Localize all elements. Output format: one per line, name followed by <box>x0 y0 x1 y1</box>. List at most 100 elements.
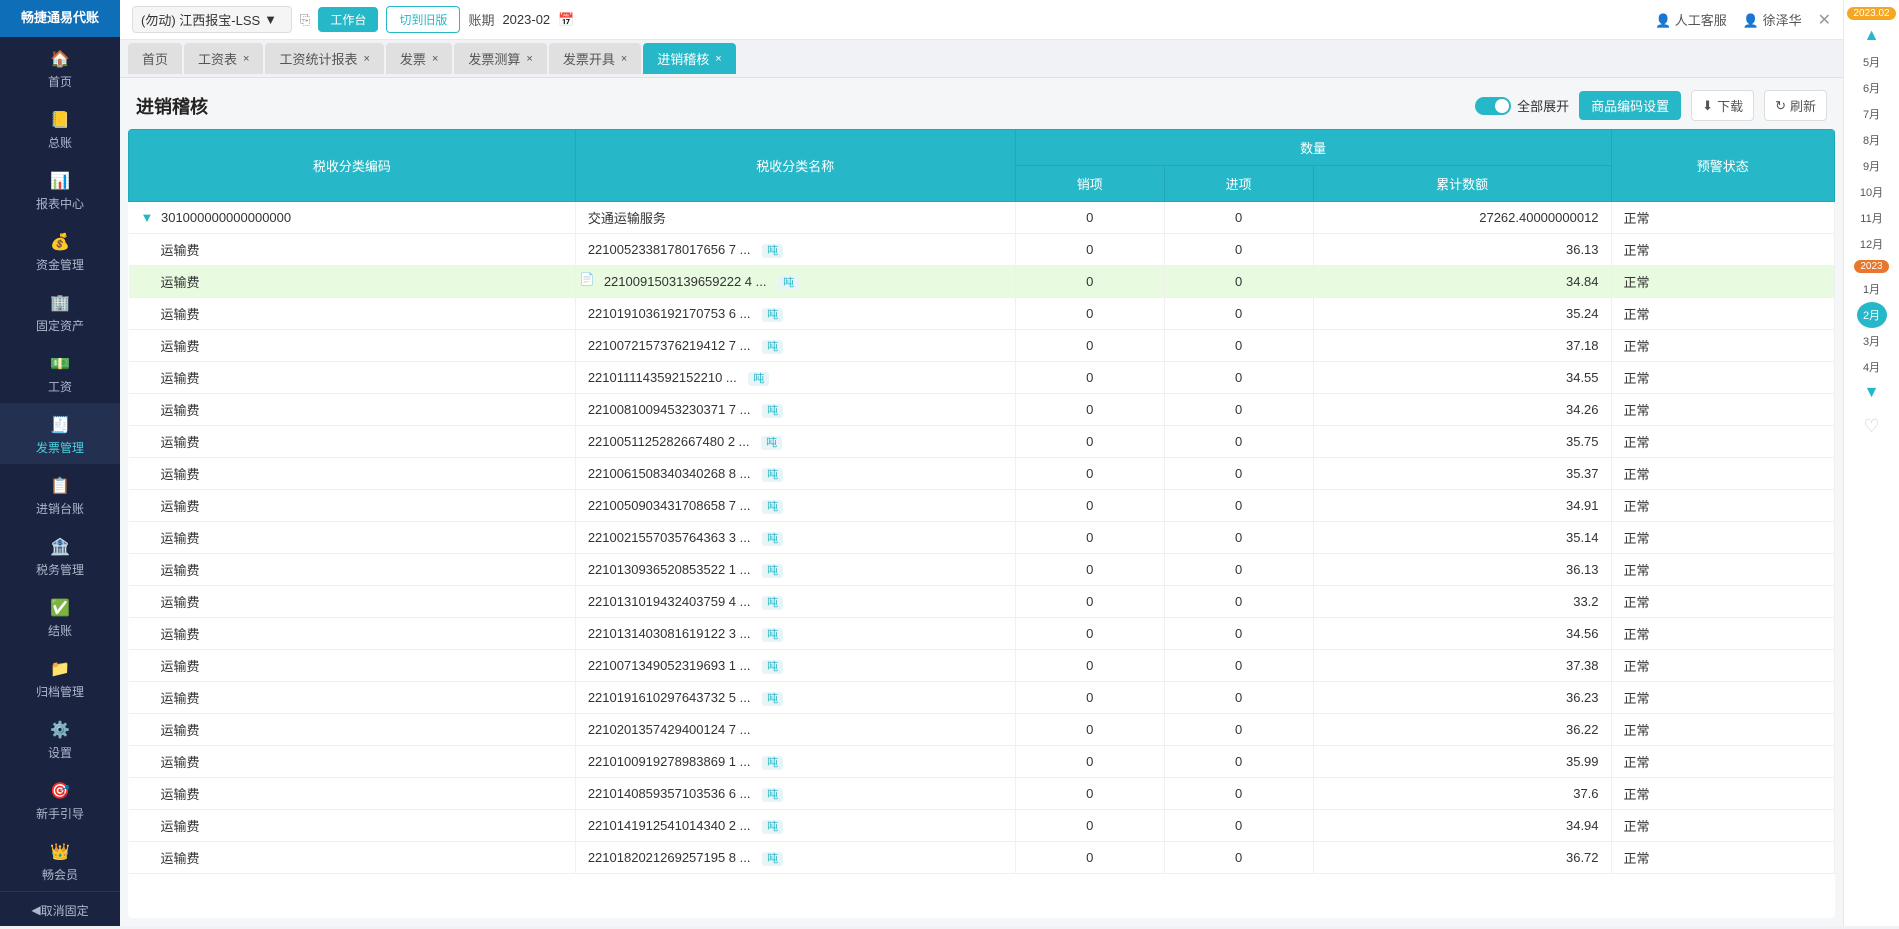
table-row[interactable]: 运输费 2210182021269257195 8 ... 吨 0 0 36.7… <box>129 842 1835 874</box>
tab-invoice-calc[interactable]: 发票测算 × <box>454 43 546 74</box>
sidebar-item-close[interactable]: ✅ 结账 <box>0 586 120 647</box>
cal-month-3[interactable]: 3月 <box>1844 328 1899 354</box>
sidebar-item-purchase[interactable]: 📋 进销台账 <box>0 464 120 525</box>
sidebar-item-settings[interactable]: ⚙️ 设置 <box>0 708 120 769</box>
table-row[interactable]: 运输费 2210111143592152210 ... 吨 0 0 34.55 … <box>129 362 1835 394</box>
user-avatar[interactable]: 👤 徐泽华 <box>1743 10 1802 29</box>
commodity-code-button[interactable]: 商品编码设置 <box>1579 91 1681 120</box>
cell-total: 34.56 <box>1313 618 1611 650</box>
cal-month-1[interactable]: 1月 <box>1844 276 1899 302</box>
cell-total: 34.94 <box>1313 810 1611 842</box>
cell-code: 2210131019432403759 4 ... 吨 <box>575 586 1015 618</box>
tab-payroll-stats[interactable]: 工资统计报表 × <box>265 43 383 74</box>
sidebar-item-ledger[interactable]: 📒 总账 <box>0 98 120 159</box>
cell-status: 正常 <box>1611 554 1834 586</box>
copy-icon[interactable]: ⎘ <box>300 12 310 28</box>
sidebar-item-funds[interactable]: 💰 资金管理 <box>0 220 120 281</box>
tab-invoice[interactable]: 发票 × <box>386 43 452 74</box>
tab-close-payroll-stats[interactable]: × <box>363 53 369 65</box>
sidebar-item-tax[interactable]: 🏦 税务管理 <box>0 525 120 586</box>
cal-month-6[interactable]: 6月 <box>1844 75 1899 101</box>
cell-sale: 0 <box>1015 554 1164 586</box>
col-quantity-group: 数量 <box>1015 130 1611 166</box>
cell-sale: 0 <box>1015 234 1164 266</box>
table-header-row: 税收分类编码 税收分类名称 数量 预警状态 <box>129 130 1835 166</box>
expand-toggle[interactable] <box>1475 97 1511 115</box>
sidebar-item-archive[interactable]: 📁 归档管理 <box>0 647 120 708</box>
sidebar-item-invoice[interactable]: 🧾 发票管理 <box>0 403 120 464</box>
download-button[interactable]: ⬇ 下载 <box>1691 90 1754 121</box>
sidebar-item-reports[interactable]: 📊 报表中心 <box>0 159 120 220</box>
cell-purchase: 0 <box>1164 650 1313 682</box>
table-row[interactable]: 运输费 2210191036192170753 6 ... 吨 0 0 35.2… <box>129 298 1835 330</box>
company-selector[interactable]: (勿动) 江西报宝-LSS ▼ <box>132 6 292 33</box>
table-row[interactable]: 运输费 2210131019432403759 4 ... 吨 0 0 33.2… <box>129 586 1835 618</box>
table-row[interactable]: 运输费 2210021557035764363 3 ... 吨 0 0 35.1… <box>129 522 1835 554</box>
close-icon[interactable]: ✕ <box>1818 10 1831 30</box>
cal-month-8[interactable]: 8月 <box>1844 127 1899 153</box>
cell-purchase: 0 <box>1164 522 1313 554</box>
table-row[interactable]: 运输费 2210061508340340268 8 ... 吨 0 0 35.3… <box>129 458 1835 490</box>
tab-reconciliation[interactable]: 进销稽核 × <box>643 43 735 74</box>
expand-icon[interactable]: ▼ <box>141 210 154 225</box>
cell-sub-name: 运输费 <box>129 618 576 650</box>
workspace-button[interactable]: 工作台 <box>318 7 378 32</box>
cal-month-12[interactable]: 12月 <box>1844 231 1899 257</box>
tab-close-invoice-calc[interactable]: × <box>526 53 532 65</box>
sidebar-item-payroll[interactable]: 💵 工资 <box>0 342 120 403</box>
company-name: (勿动) 江西报宝-LSS <box>141 10 260 29</box>
cal-month-7[interactable]: 7月 <box>1844 101 1899 127</box>
cal-month-10[interactable]: 10月 <box>1844 179 1899 205</box>
sidebar-item-home[interactable]: 🏠 首页 <box>0 37 120 98</box>
cal-month-2[interactable]: 2月 <box>1857 302 1887 328</box>
calendar-icon[interactable]: 📅 <box>558 12 574 28</box>
table-row[interactable]: 运输费 2210130936520853522 1 ... 吨 0 0 36.1… <box>129 554 1835 586</box>
col-purchase: 进项 <box>1164 166 1313 202</box>
tab-close-invoice[interactable]: × <box>432 53 438 65</box>
sidebar-pin[interactable]: ◀ 取消固定 <box>0 891 120 929</box>
cal-nav-up[interactable]: ▲ <box>1860 23 1884 49</box>
tab-invoice-issue[interactable]: 发票开具 × <box>549 43 641 74</box>
cell-total: 35.24 <box>1313 298 1611 330</box>
table-row[interactable]: 运输费 2210052338178017656 7 ... 吨 0 0 36.1… <box>129 234 1835 266</box>
cell-sale: 0 <box>1015 618 1164 650</box>
sidebar-item-member[interactable]: 👑 畅会员 <box>0 830 120 891</box>
cal-month-9[interactable]: 9月 <box>1844 153 1899 179</box>
support-label[interactable]: 👤 人工客服 <box>1655 10 1727 29</box>
cal-month-11[interactable]: 11月 <box>1844 205 1899 231</box>
tab-home[interactable]: 首页 <box>128 43 182 74</box>
ledger-icon: 📒 <box>50 110 70 130</box>
table-row[interactable]: 运输费 2210131403081619122 3 ... 吨 0 0 34.5… <box>129 618 1835 650</box>
tab-close-invoice-issue[interactable]: × <box>621 53 627 65</box>
table-row[interactable]: 运输费 2210050903431708658 7 ... 吨 0 0 34.9… <box>129 490 1835 522</box>
cal-month-4[interactable]: 4月 <box>1844 354 1899 380</box>
tab-payroll[interactable]: 工资表 × <box>184 43 263 74</box>
table-row[interactable]: ▼ 301000000000000000 交通运输服务 0 0 27262.40… <box>129 202 1835 234</box>
table-row[interactable]: 运输费 2210051125282667480 2 ... 吨 0 0 35.7… <box>129 426 1835 458</box>
switch-version-button[interactable]: 切到旧版 <box>386 6 460 33</box>
table-row[interactable]: 运输费 2210081009453230371 7 ... 吨 0 0 34.2… <box>129 394 1835 426</box>
cell-code: 2210100919278983869 1 ... 吨 <box>575 746 1015 778</box>
cell-sub-name: 运输费 <box>129 330 576 362</box>
table-row[interactable]: 运输费 2210201357429400124 7 ... 0 0 36.22 … <box>129 714 1835 746</box>
table-row[interactable]: 运输费 2210140859357103536 6 ... 吨 0 0 37.6… <box>129 778 1835 810</box>
assets-icon: 🏢 <box>50 293 70 313</box>
invoice-icon: 🧾 <box>50 415 70 435</box>
tab-close-reconciliation[interactable]: × <box>715 53 721 65</box>
sidebar-item-guide[interactable]: 🎯 新手引导 <box>0 769 120 830</box>
table-row[interactable]: 运输费 2210141912541014340 2 ... 吨 0 0 34.9… <box>129 810 1835 842</box>
cal-month-5[interactable]: 5月 <box>1844 49 1899 75</box>
tab-close-payroll[interactable]: × <box>243 53 249 65</box>
expand-toggle-label: 全部展开 <box>1517 96 1569 115</box>
cell-sub-name: 运输费 <box>129 778 576 810</box>
cell-purchase: 0 <box>1164 586 1313 618</box>
table-row[interactable]: 运输费 📄 2210091503139659222 4 ... 吨 0 0 34… <box>129 266 1835 298</box>
table-row[interactable]: 运输费 2210100919278983869 1 ... 吨 0 0 35.9… <box>129 746 1835 778</box>
sidebar-item-assets[interactable]: 🏢 固定资产 <box>0 281 120 342</box>
cal-nav-down[interactable]: ▼ <box>1860 380 1884 406</box>
table-row[interactable]: 运输费 2210071349052319693 1 ... 吨 0 0 37.3… <box>129 650 1835 682</box>
refresh-button[interactable]: ↻ 刷新 <box>1764 90 1827 121</box>
table-row[interactable]: 运输费 2210072157376219412 7 ... 吨 0 0 37.1… <box>129 330 1835 362</box>
table-row[interactable]: 运输费 2210191610297643732 5 ... 吨 0 0 36.2… <box>129 682 1835 714</box>
cell-total: 35.99 <box>1313 746 1611 778</box>
